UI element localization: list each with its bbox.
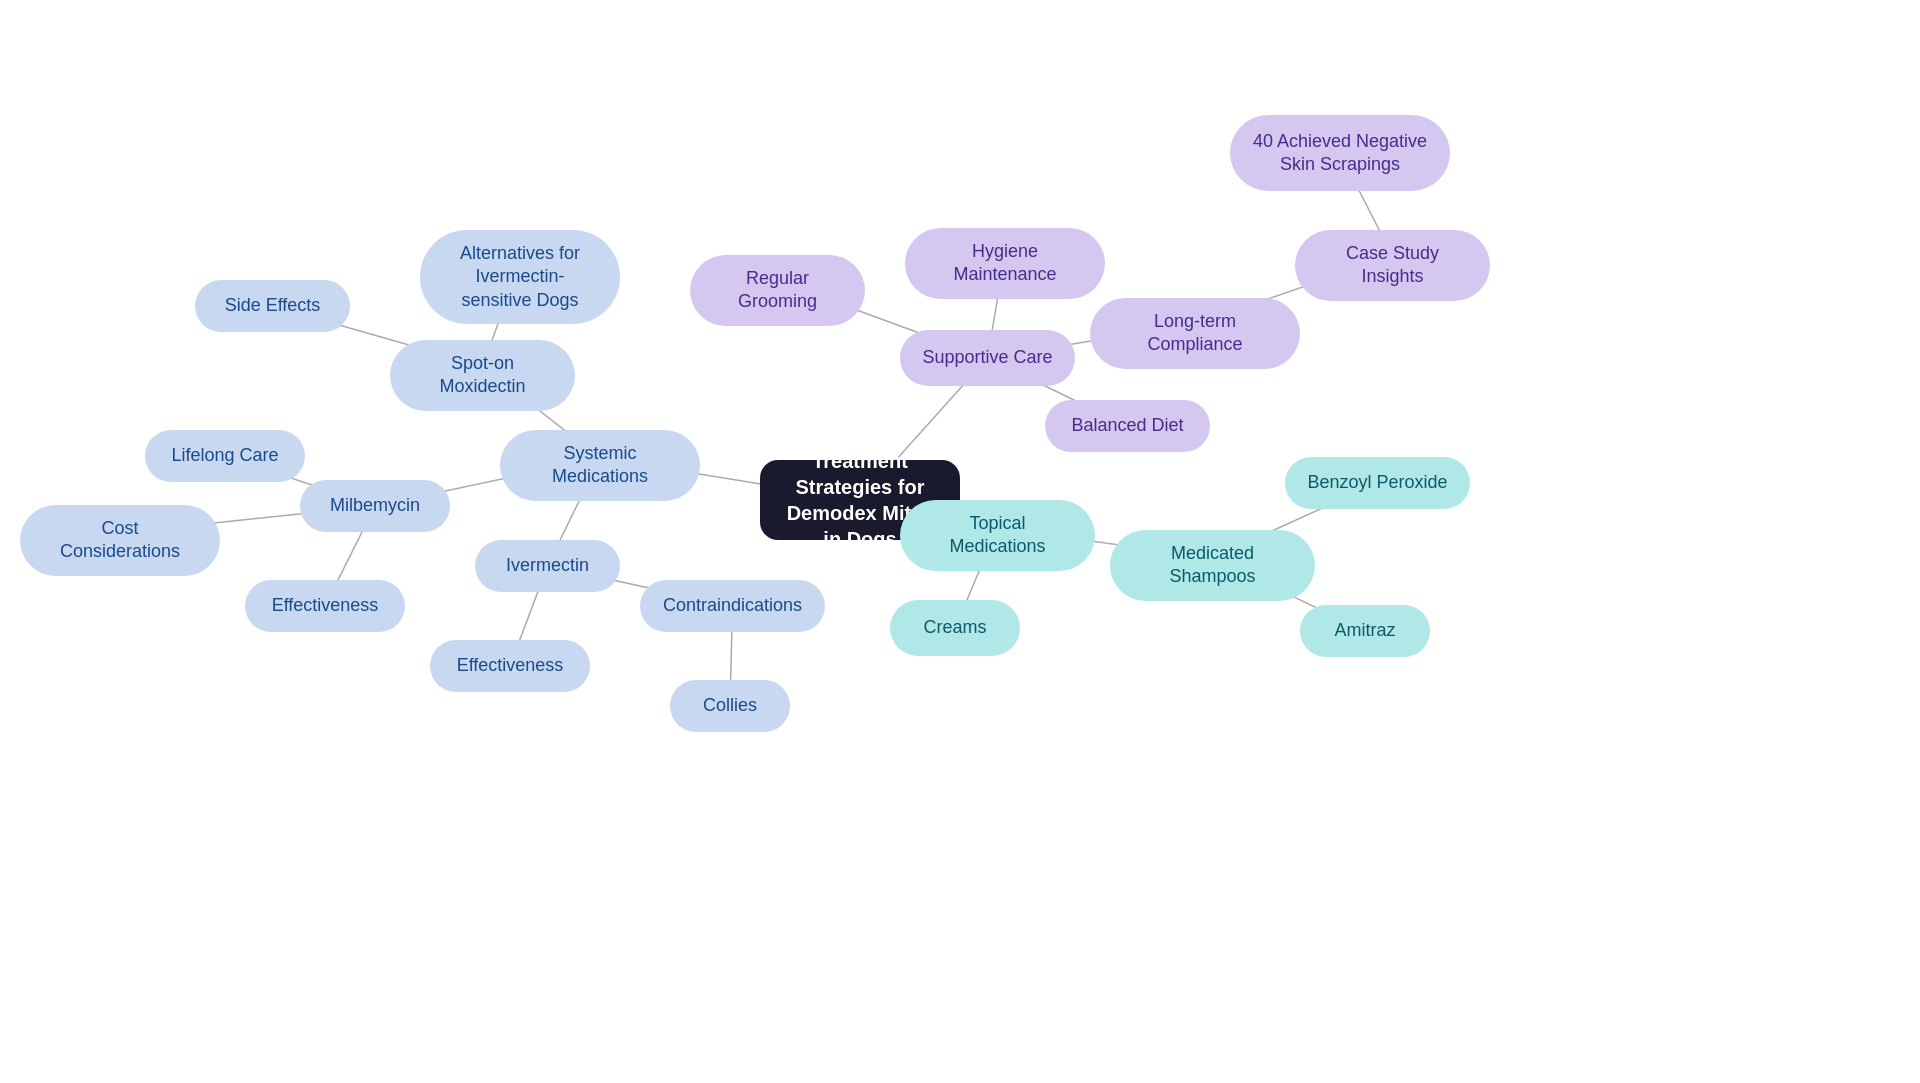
node-amitraz[interactable]: Amitraz — [1300, 605, 1430, 657]
node-label-creams: Creams — [923, 616, 986, 639]
node-label-benzoyl_peroxide: Benzoyl Peroxide — [1307, 471, 1447, 494]
mind-map: Treatment Strategies for Demodex Mites i… — [0, 0, 1920, 1083]
node-ivermectin[interactable]: Ivermectin — [475, 540, 620, 592]
node-achieved_negative[interactable]: 40 Achieved Negative Skin Scrapings — [1230, 115, 1450, 191]
node-label-side_effects: Side Effects — [225, 294, 321, 317]
node-label-regular_grooming: Regular Grooming — [712, 267, 843, 314]
node-label-hygiene_maintenance: Hygiene Maintenance — [927, 240, 1083, 287]
node-balanced_diet[interactable]: Balanced Diet — [1045, 400, 1210, 452]
node-label-case_study_insights: Case Study Insights — [1317, 242, 1468, 289]
node-topical_medications[interactable]: Topical Medications — [900, 500, 1095, 571]
node-label-long_term_compliance: Long-term Compliance — [1112, 310, 1278, 357]
node-effectiveness_ivermectin[interactable]: Effectiveness — [430, 640, 590, 692]
node-creams[interactable]: Creams — [890, 600, 1020, 656]
node-label-contraindications: Contraindications — [663, 594, 802, 617]
node-label-milbemycin: Milbemycin — [330, 494, 420, 517]
node-case_study_insights[interactable]: Case Study Insights — [1295, 230, 1490, 301]
node-spot_on_moxidectin[interactable]: Spot-on Moxidectin — [390, 340, 575, 411]
node-hygiene_maintenance[interactable]: Hygiene Maintenance — [905, 228, 1105, 299]
node-regular_grooming[interactable]: Regular Grooming — [690, 255, 865, 326]
node-label-systemic_medications: Systemic Medications — [522, 442, 678, 489]
node-supportive_care[interactable]: Supportive Care — [900, 330, 1075, 386]
node-effectiveness_milbemycin[interactable]: Effectiveness — [245, 580, 405, 632]
node-label-effectiveness_ivermectin: Effectiveness — [457, 654, 564, 677]
node-contraindications[interactable]: Contraindications — [640, 580, 825, 632]
node-label-topical_medications: Topical Medications — [922, 512, 1073, 559]
node-label-balanced_diet: Balanced Diet — [1071, 414, 1183, 437]
node-label-amitraz: Amitraz — [1334, 619, 1395, 642]
node-label-achieved_negative: 40 Achieved Negative Skin Scrapings — [1252, 130, 1428, 177]
node-lifelong_care[interactable]: Lifelong Care — [145, 430, 305, 482]
node-label-supportive_care: Supportive Care — [922, 346, 1052, 369]
node-label-cost_considerations: Cost Considerations — [42, 517, 198, 564]
node-side_effects[interactable]: Side Effects — [195, 280, 350, 332]
node-label-medicated_shampoos: Medicated Shampoos — [1132, 542, 1293, 589]
node-long_term_compliance[interactable]: Long-term Compliance — [1090, 298, 1300, 369]
node-label-lifelong_care: Lifelong Care — [171, 444, 278, 467]
node-label-ivermectin: Ivermectin — [506, 554, 589, 577]
node-label-alternatives: Alternatives for Ivermectin-sensitive Do… — [442, 242, 598, 312]
node-benzoyl_peroxide[interactable]: Benzoyl Peroxide — [1285, 457, 1470, 509]
node-cost_considerations[interactable]: Cost Considerations — [20, 505, 220, 576]
node-alternatives[interactable]: Alternatives for Ivermectin-sensitive Do… — [420, 230, 620, 324]
node-systemic_medications[interactable]: Systemic Medications — [500, 430, 700, 501]
node-collies[interactable]: Collies — [670, 680, 790, 732]
node-milbemycin[interactable]: Milbemycin — [300, 480, 450, 532]
node-label-effectiveness_milbemycin: Effectiveness — [272, 594, 379, 617]
node-label-spot_on_moxidectin: Spot-on Moxidectin — [412, 352, 553, 399]
node-medicated_shampoos[interactable]: Medicated Shampoos — [1110, 530, 1315, 601]
node-label-collies: Collies — [703, 694, 757, 717]
